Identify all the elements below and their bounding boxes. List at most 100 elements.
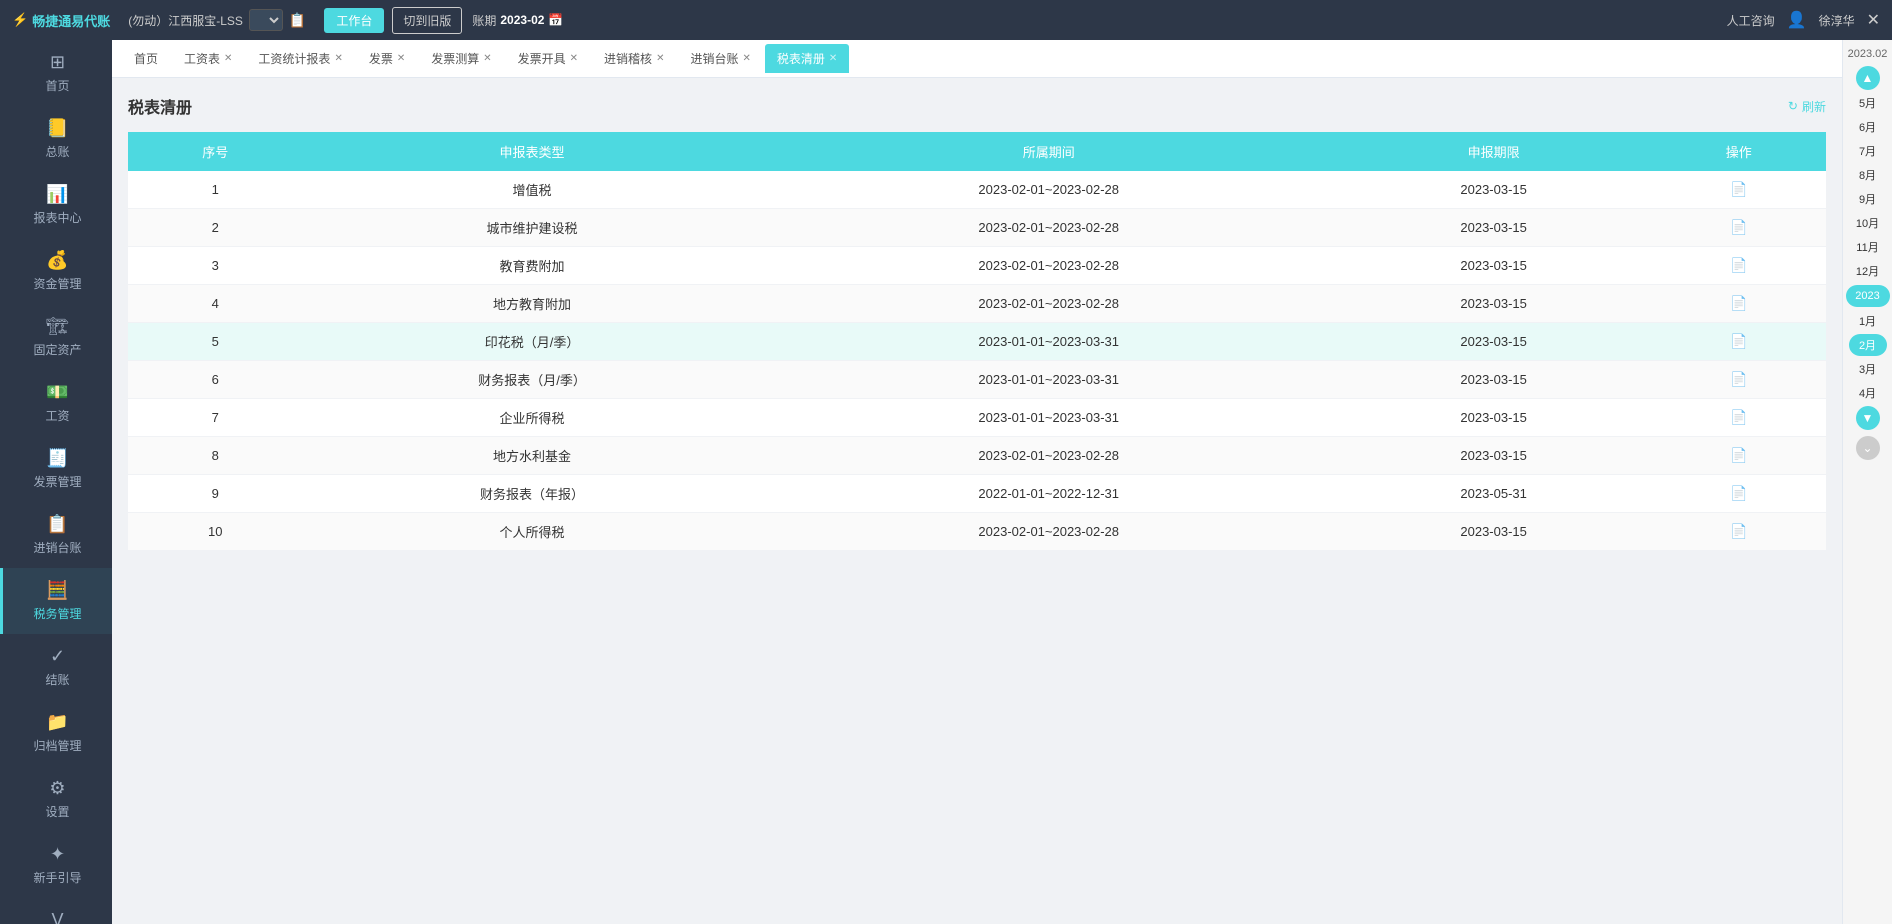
tab-close-purchase_check[interactable]: ✕ [656, 53, 664, 64]
table-row: 9 财务报表（年报） 2022-01-01~2022-12-31 2023-05… [128, 475, 1826, 513]
sidebar-item-close[interactable]: ✓结账 [0, 634, 112, 700]
month-btn-2023-1月[interactable]: 1月 [1849, 310, 1887, 332]
cell-action[interactable]: 📄 [1652, 361, 1827, 399]
sidebar-item-asset[interactable]: 🏗固定资产 [0, 304, 112, 370]
tab-close-invoice_open[interactable]: ✕ [570, 53, 578, 64]
col-header-申报表类型: 申报表类型 [302, 132, 761, 171]
tab-close-purchase_ledger[interactable]: ✕ [742, 53, 750, 64]
calendar-icon[interactable]: 📅 [548, 13, 563, 27]
cell-no: 5 [128, 323, 302, 361]
panel-up-arrow[interactable]: ▲ [1856, 66, 1880, 90]
company-dropdown[interactable] [249, 9, 283, 31]
action-icon-9[interactable]: 📄 [1730, 523, 1747, 539]
sidebar-icon-fund: 💰 [46, 250, 68, 271]
company-name: (勿动）江西服宝-LSS [128, 12, 243, 29]
panel-year-2023[interactable]: 2023 [1846, 285, 1890, 307]
panel-collapse-btn[interactable]: ⌄ [1856, 436, 1880, 460]
sidebar-item-reconcile[interactable]: 📋进销台账 [0, 502, 112, 568]
tab-close-invoice[interactable]: ✕ [397, 53, 405, 64]
cell-no: 4 [128, 285, 302, 323]
workspace-button[interactable]: 工作台 [324, 8, 384, 33]
panel-down-arrow[interactable]: ▼ [1856, 406, 1880, 430]
month-btn-2022-5月[interactable]: 5月 [1849, 92, 1887, 114]
cell-period: 2023-02-01~2023-02-28 [762, 437, 1336, 475]
action-icon-4[interactable]: 📄 [1730, 333, 1747, 349]
period-value: 2023-02 [500, 13, 544, 27]
tab-invoice_open[interactable]: 发票开具✕ [506, 44, 590, 73]
close-window-icon[interactable]: ✕ [1867, 10, 1880, 30]
cell-no: 7 [128, 399, 302, 437]
tab-close-tax_form[interactable]: ✕ [829, 53, 837, 64]
tab-invoice[interactable]: 发票✕ [357, 44, 417, 73]
cell-deadline: 2023-03-15 [1336, 285, 1652, 323]
tab-purchase_check[interactable]: 进销稽核✕ [592, 44, 676, 73]
cell-action[interactable]: 📄 [1652, 171, 1827, 209]
tax-table: 序号申报表类型所属期间申报期限操作 1 增值税 2023-02-01~2023-… [128, 132, 1826, 551]
cell-no: 6 [128, 361, 302, 399]
sidebar-item-tax[interactable]: 🧮税务管理 [0, 568, 112, 634]
sidebar-item-archive[interactable]: 📁归档管理 [0, 700, 112, 766]
sidebar-item-member[interactable]: V畅会员 [0, 898, 112, 924]
cell-action[interactable]: 📄 [1652, 399, 1827, 437]
action-icon-8[interactable]: 📄 [1730, 485, 1747, 501]
cell-period: 2022-01-01~2022-12-31 [762, 475, 1336, 513]
cell-no: 3 [128, 247, 302, 285]
refresh-button[interactable]: ↻ 刷新 [1788, 98, 1826, 115]
cell-period: 2023-02-01~2023-02-28 [762, 209, 1336, 247]
cell-action[interactable]: 📄 [1652, 323, 1827, 361]
sidebar-item-fund[interactable]: 💰资金管理 [0, 238, 112, 304]
human-consult-btn[interactable]: 人工咨询 [1727, 12, 1775, 29]
month-btn-2023-4月[interactable]: 4月 [1849, 382, 1887, 404]
month-btn-2023-3月[interactable]: 3月 [1849, 358, 1887, 380]
action-icon-6[interactable]: 📄 [1730, 409, 1747, 425]
sidebar-item-salary[interactable]: 💵工资 [0, 370, 112, 436]
tab-bar: 首页工资表✕工资统计报表✕发票✕发票测算✕发票开具✕进销稽核✕进销台账✕税表清册… [112, 40, 1842, 78]
month-btn-2022-10月[interactable]: 10月 [1849, 212, 1887, 234]
month-btn-2022-11月[interactable]: 11月 [1849, 236, 1887, 258]
sidebar-item-ledger[interactable]: 📒总账 [0, 106, 112, 172]
sidebar: ⊞首页📒总账📊报表中心💰资金管理🏗固定资产💵工资🧾发票管理📋进销台账🧮税务管理✓… [0, 40, 112, 924]
sidebar-icon-guide: ✦ [50, 844, 65, 865]
cell-type: 城市维护建设税 [302, 209, 761, 247]
action-icon-5[interactable]: 📄 [1730, 371, 1747, 387]
table-row: 1 增值税 2023-02-01~2023-02-28 2023-03-15 📄 [128, 171, 1826, 209]
sidebar-item-invoice[interactable]: 🧾发票管理 [0, 436, 112, 502]
sidebar-item-report[interactable]: 📊报表中心 [0, 172, 112, 238]
month-btn-2022-7月[interactable]: 7月 [1849, 140, 1887, 162]
tab-close-salary[interactable]: ✕ [224, 53, 232, 64]
cell-type: 个人所得税 [302, 513, 761, 551]
month-btn-2023-2月[interactable]: 2月 [1849, 334, 1887, 356]
month-btn-2022-8月[interactable]: 8月 [1849, 164, 1887, 186]
sidebar-icon-close: ✓ [50, 646, 65, 667]
action-icon-2[interactable]: 📄 [1730, 257, 1747, 273]
tab-invoice_calc[interactable]: 发票测算 ✕ [419, 44, 503, 73]
action-icon-1[interactable]: 📄 [1730, 219, 1747, 235]
sidebar-label-settings: 设置 [45, 803, 69, 820]
cell-action[interactable]: 📄 [1652, 513, 1827, 551]
month-btn-2022-9月[interactable]: 9月 [1849, 188, 1887, 210]
sidebar-item-guide[interactable]: ✦新手引导 [0, 832, 112, 898]
month-btn-2022-6月[interactable]: 6月 [1849, 116, 1887, 138]
tab-purchase_ledger[interactable]: 进销台账✕ [678, 44, 762, 73]
action-icon-3[interactable]: 📄 [1730, 295, 1747, 311]
tab-close-invoice_calc[interactable]: ✕ [483, 53, 491, 64]
sidebar-label-reconcile: 进销台账 [33, 539, 81, 556]
cell-deadline: 2023-03-15 [1336, 209, 1652, 247]
cell-action[interactable]: 📄 [1652, 285, 1827, 323]
tab-salary[interactable]: 工资表✕ [172, 44, 244, 73]
tab-home[interactable]: 首页 [122, 44, 170, 73]
sidebar-item-settings[interactable]: ⚙设置 [0, 766, 112, 832]
old-ui-button[interactable]: 切到旧版 [392, 7, 462, 34]
tab-close-salary_report[interactable]: ✕ [334, 53, 342, 64]
cell-action[interactable]: 📄 [1652, 209, 1827, 247]
tab-salary_report[interactable]: 工资统计报表✕ [246, 44, 354, 73]
action-icon-0[interactable]: 📄 [1730, 181, 1747, 197]
tab-label-invoice_calc: 发票测算 [431, 50, 479, 67]
cell-action[interactable]: 📄 [1652, 437, 1827, 475]
cell-action[interactable]: 📄 [1652, 247, 1827, 285]
action-icon-7[interactable]: 📄 [1730, 447, 1747, 463]
tab-tax_form[interactable]: 税表清册✕ [765, 44, 849, 73]
sidebar-item-home[interactable]: ⊞首页 [0, 40, 112, 106]
month-btn-2022-12月[interactable]: 12月 [1849, 260, 1887, 282]
cell-action[interactable]: 📄 [1652, 475, 1827, 513]
